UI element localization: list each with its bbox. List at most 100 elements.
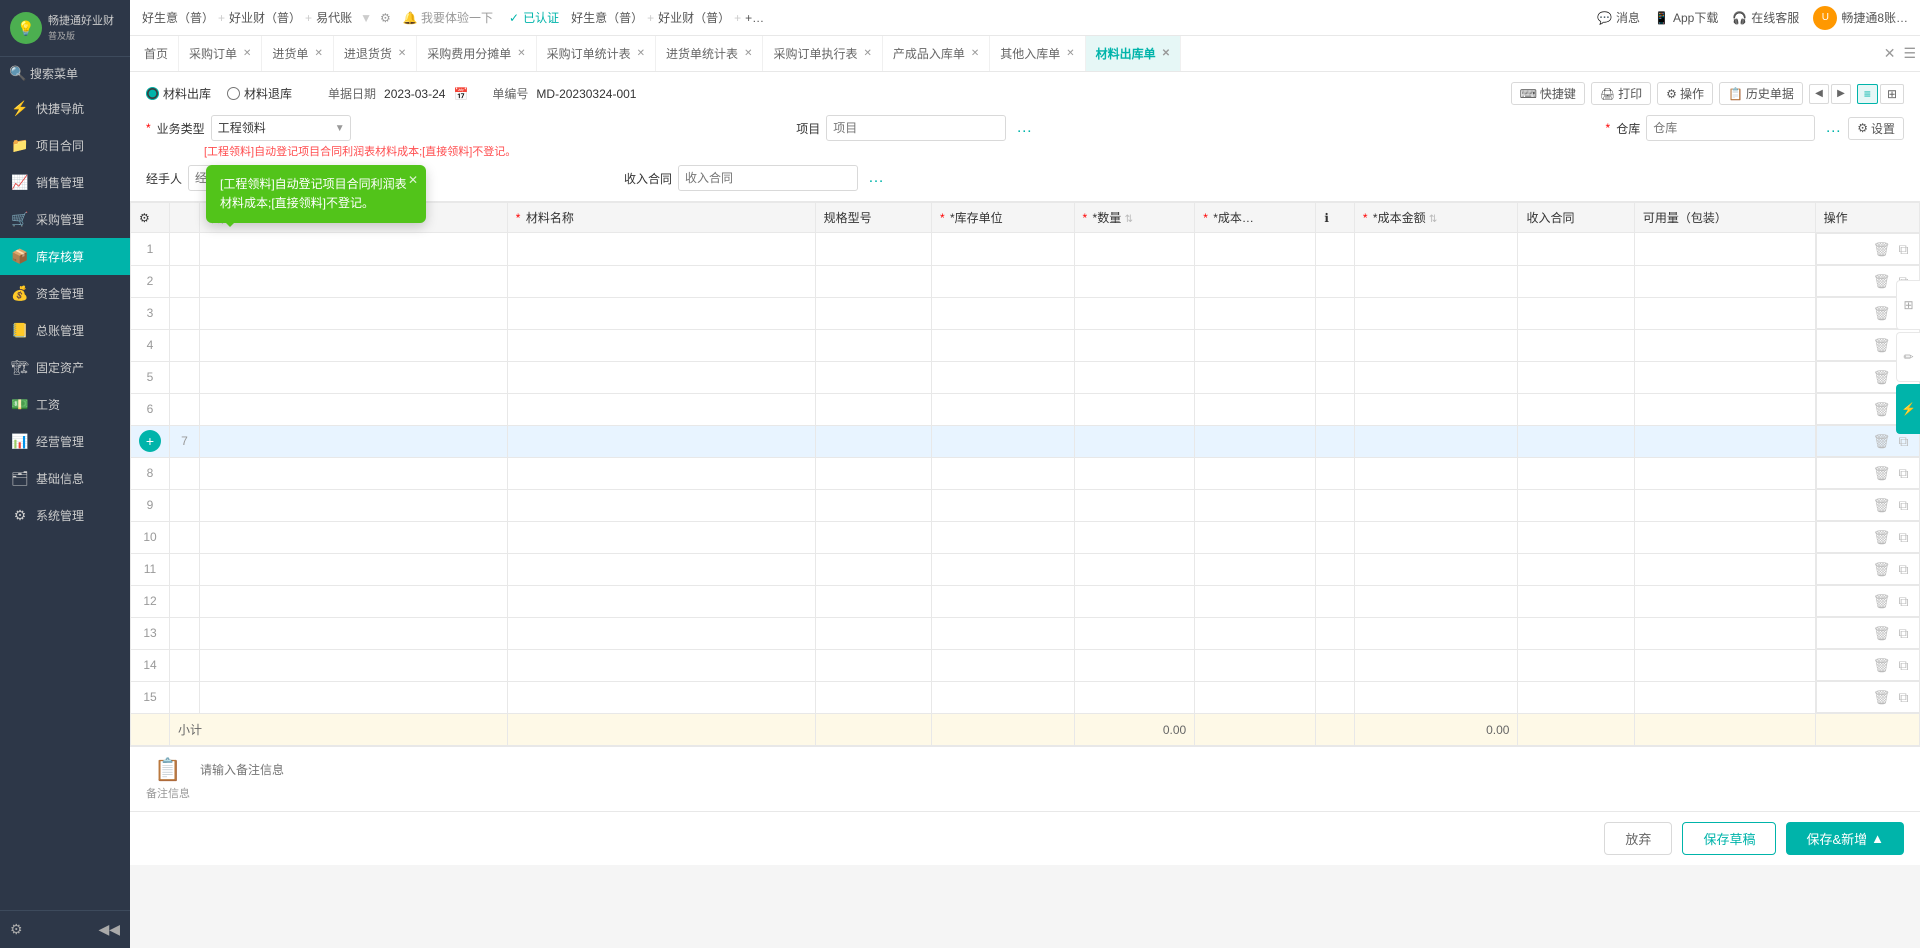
delete-row-icon[interactable]: 🗑 bbox=[1871, 689, 1893, 706]
tab-close-purchase-order[interactable]: ✕ bbox=[243, 48, 251, 59]
print-btn[interactable]: 🖨 打印 bbox=[1591, 82, 1651, 105]
sidebar-item-basic[interactable]: 🗂 基础信息 bbox=[0, 460, 130, 497]
topbar-link-haoyecai[interactable]: 好业财（普） bbox=[229, 9, 301, 26]
tab-close-purchase-exec[interactable]: ✕ bbox=[863, 48, 871, 59]
biz-type-select[interactable]: 工程领料 ▼ bbox=[211, 115, 351, 141]
delete-row-icon[interactable]: 🗑 bbox=[1871, 657, 1893, 674]
delete-row-icon[interactable]: 🗑 bbox=[1871, 369, 1893, 386]
sidebar-item-project[interactable]: 📁 项目合同 bbox=[0, 127, 130, 164]
project-input[interactable] bbox=[826, 115, 1006, 141]
tab-purchase-exec[interactable]: 采购订单执行表 ✕ bbox=[763, 36, 882, 72]
topbar-link2-more[interactable]: +… bbox=[745, 11, 764, 25]
settings-btn[interactable]: ⚙ 设置 bbox=[1848, 117, 1904, 140]
add-row-btn[interactable]: + bbox=[139, 430, 161, 452]
app-download-btn[interactable]: 📱 App下载 bbox=[1654, 9, 1718, 26]
tab-incoming-stat[interactable]: 进货单统计表 ✕ bbox=[656, 36, 763, 72]
copy-row-icon[interactable]: ⧉ bbox=[1897, 465, 1911, 482]
delete-row-icon[interactable]: 🗑 bbox=[1871, 305, 1893, 322]
warehouse-input[interactable] bbox=[1646, 115, 1815, 141]
history-btn[interactable]: 📋 历史单据 bbox=[1719, 82, 1803, 105]
shortcut-key-btn[interactable]: ⌨ 快捷键 bbox=[1511, 82, 1585, 105]
delete-row-icon[interactable]: 🗑 bbox=[1871, 465, 1893, 482]
copy-row-icon[interactable]: ⧉ bbox=[1897, 241, 1911, 258]
tab-home[interactable]: 首页 bbox=[134, 36, 179, 72]
sidebar-item-ops[interactable]: 📊 经营管理 bbox=[0, 423, 130, 460]
tab-purchase-order[interactable]: 采购订单 ✕ bbox=[179, 36, 262, 72]
warehouse-dots-btn[interactable]: … bbox=[1825, 119, 1842, 137]
topbar-link2-haoshengyi[interactable]: 好生意（普） bbox=[571, 9, 643, 26]
delete-row-icon[interactable]: 🗑 bbox=[1871, 625, 1893, 642]
row7-material-input[interactable] bbox=[516, 434, 807, 448]
biz-type-value[interactable]: 工程领料 bbox=[211, 115, 351, 141]
nav-next[interactable]: ▶ bbox=[1831, 84, 1851, 104]
save-new-button[interactable]: 保存&新增 ▲ bbox=[1786, 822, 1904, 855]
subtab-material-return[interactable]: 材料退库 bbox=[227, 85, 292, 102]
topbar-link-haoshengyi[interactable]: 好生意（普） bbox=[142, 9, 214, 26]
tab-close-incoming-stat[interactable]: ✕ bbox=[744, 48, 752, 59]
delete-row-icon[interactable]: 🗑 bbox=[1871, 433, 1893, 450]
sidebar-item-ledger[interactable]: 📒 总账管理 bbox=[0, 312, 130, 349]
view-list-btn[interactable]: ≡ bbox=[1857, 84, 1878, 104]
tab-close-purchase-stat[interactable]: ✕ bbox=[637, 48, 645, 59]
topbar-link2-haoyecai[interactable]: 好业财（普） bbox=[658, 9, 730, 26]
copy-row-icon[interactable]: ⧉ bbox=[1897, 657, 1911, 674]
calendar-icon[interactable]: 📅 bbox=[453, 87, 468, 101]
save-draft-button[interactable]: 保存草稿 bbox=[1682, 822, 1776, 855]
sidebar-item-inventory[interactable]: 📦 库存核算 bbox=[0, 238, 130, 275]
subtab-material-out[interactable]: 材料出库 bbox=[146, 85, 211, 102]
delete-row-icon[interactable]: 🗑 bbox=[1871, 273, 1893, 290]
sidebar-item-system[interactable]: ⚙ 系统管理 bbox=[0, 497, 130, 534]
tab-close-incoming-return[interactable]: ✕ bbox=[398, 48, 406, 59]
tab-close-all-icon[interactable]: ✕ bbox=[1884, 45, 1896, 62]
tooltip-close-icon[interactable]: ✕ bbox=[408, 171, 418, 190]
tab-close-other-inbound[interactable]: ✕ bbox=[1066, 48, 1074, 59]
project-dots-btn[interactable]: … bbox=[1016, 119, 1033, 137]
sidebar-item-finance[interactable]: 💰 资金管理 bbox=[0, 275, 130, 312]
delete-row-icon[interactable]: 🗑 bbox=[1871, 337, 1893, 354]
sidebar-item-payroll[interactable]: 💵 工资 bbox=[0, 386, 130, 423]
copy-row-icon[interactable]: ⧉ bbox=[1897, 529, 1911, 546]
delete-row-icon[interactable]: 🗑 bbox=[1871, 529, 1893, 546]
right-panel-btn3[interactable]: ⚡ bbox=[1896, 384, 1920, 434]
tab-close-material-out[interactable]: ✕ bbox=[1162, 48, 1170, 59]
discard-button[interactable]: 放弃 bbox=[1604, 822, 1672, 855]
online-service-btn[interactable]: 🎧 在线客服 bbox=[1732, 9, 1799, 26]
delete-row-icon[interactable]: 🗑 bbox=[1871, 401, 1893, 418]
right-panel-btn1[interactable]: ⊞ bbox=[1896, 280, 1920, 330]
col-settings-icon[interactable]: ⚙ bbox=[139, 211, 150, 225]
copy-row-icon[interactable]: ⧉ bbox=[1897, 593, 1911, 610]
tab-purchase-fee[interactable]: 采购费用分摊单 ✕ bbox=[417, 36, 536, 72]
copy-row-icon[interactable]: ⧉ bbox=[1897, 689, 1911, 706]
delete-row-icon[interactable]: 🗑 bbox=[1871, 593, 1893, 610]
nav-prev[interactable]: ◀ bbox=[1809, 84, 1829, 104]
tab-other-inbound[interactable]: 其他入库单 ✕ bbox=[990, 36, 1085, 72]
copy-row-icon[interactable]: ⧉ bbox=[1897, 497, 1911, 514]
user-avatar[interactable]: U 畅捷通8账… bbox=[1813, 6, 1908, 30]
income-contract-input[interactable] bbox=[678, 165, 858, 191]
copy-row-icon[interactable]: ⧉ bbox=[1897, 561, 1911, 578]
sidebar-item-assets[interactable]: 🏗 固定资产 bbox=[0, 349, 130, 386]
sidebar-item-search[interactable]: 🔍 搜索菜单 bbox=[0, 57, 130, 90]
right-panel-btn2[interactable]: ✏ bbox=[1896, 332, 1920, 382]
tab-incoming[interactable]: 进货单 ✕ bbox=[262, 36, 333, 72]
operate-btn[interactable]: ⚙ 操作 bbox=[1657, 82, 1713, 105]
row7-project-input[interactable] bbox=[208, 434, 499, 448]
tab-incoming-return[interactable]: 进退货货 ✕ bbox=[334, 36, 417, 72]
delete-row-icon[interactable]: 🗑 bbox=[1871, 497, 1893, 514]
topbar-link-yidaizhang[interactable]: 易代账 bbox=[316, 9, 352, 26]
tab-material-out[interactable]: 材料出库单 ✕ bbox=[1086, 36, 1181, 72]
remarks-input[interactable] bbox=[200, 757, 1904, 797]
tab-purchase-stat[interactable]: 采购订单统计表 ✕ bbox=[537, 36, 656, 72]
tab-menu-icon[interactable]: ☰ bbox=[1903, 45, 1916, 62]
tab-close-purchase-fee[interactable]: ✕ bbox=[517, 48, 525, 59]
sidebar-item-purchase[interactable]: 🛒 采购管理 bbox=[0, 201, 130, 238]
tab-close-incoming[interactable]: ✕ bbox=[314, 48, 322, 59]
income-contract-dots-btn[interactable]: … bbox=[868, 169, 885, 187]
copy-row-icon[interactable]: ⧉ bbox=[1897, 625, 1911, 642]
topbar-settings-icon[interactable]: ⚙ bbox=[380, 11, 391, 25]
sidebar-item-sales[interactable]: 📈 销售管理 bbox=[0, 164, 130, 201]
sidebar-item-shortcut[interactable]: ⚡ 快捷导航 bbox=[0, 90, 130, 127]
delete-row-icon[interactable]: 🗑 bbox=[1871, 561, 1893, 578]
message-btn[interactable]: 💬 消息 bbox=[1597, 9, 1640, 26]
delete-row-icon[interactable]: 🗑 bbox=[1871, 241, 1893, 258]
